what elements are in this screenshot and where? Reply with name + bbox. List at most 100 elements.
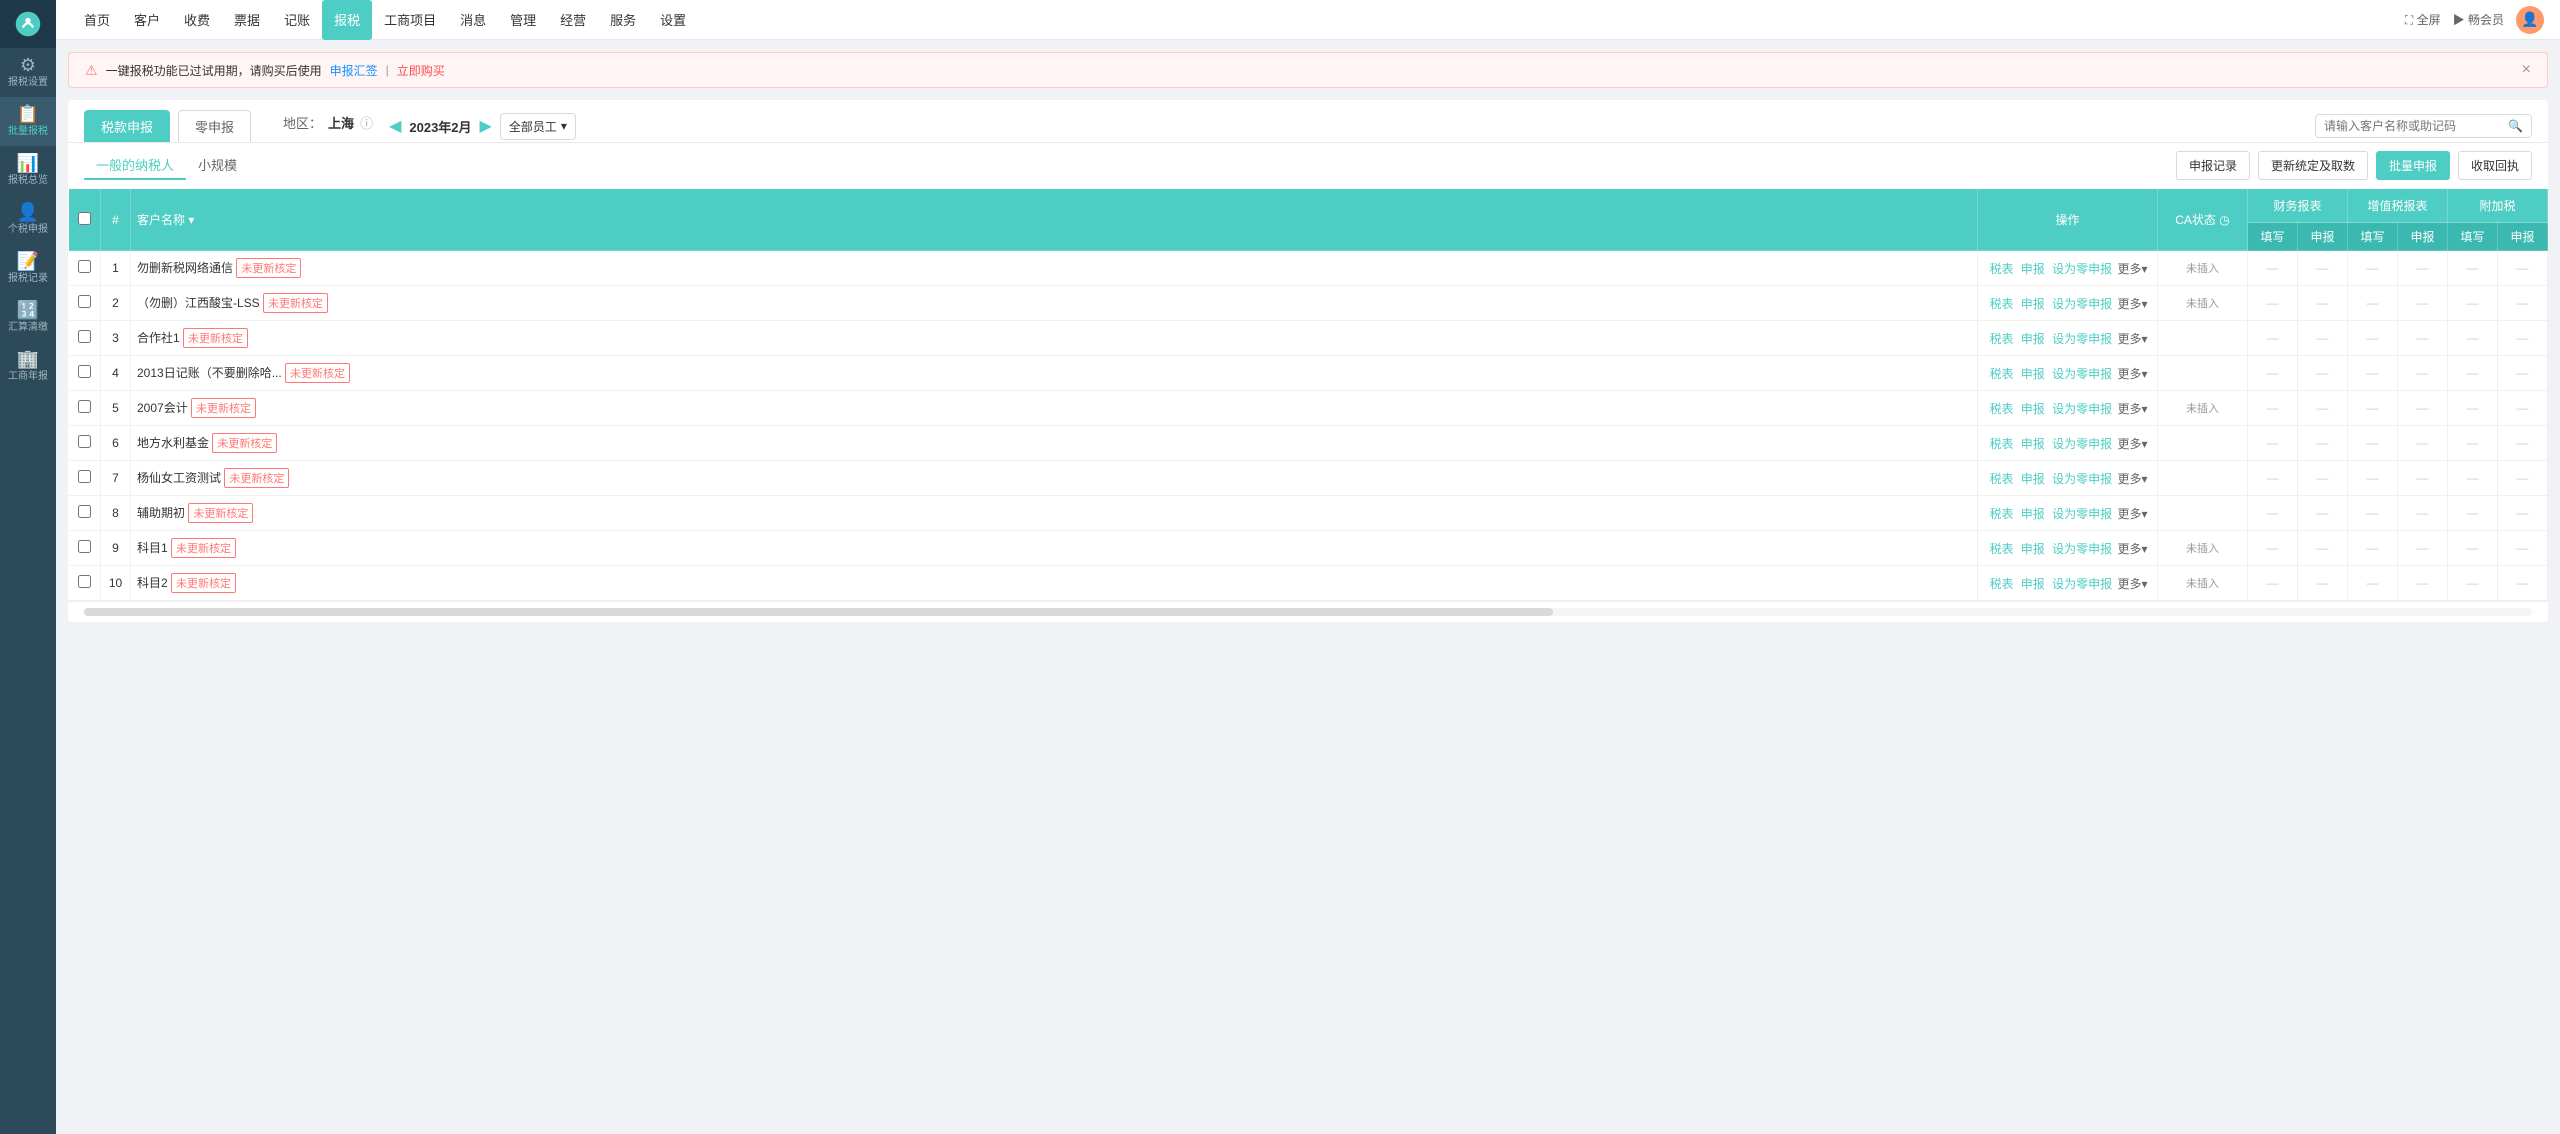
sidebar-item-baoshui-shezhi[interactable]: ⚙ 报税设置: [0, 48, 56, 97]
search-icon[interactable]: 🔍: [2508, 119, 2523, 133]
prev-date-btn[interactable]: ◀: [389, 116, 401, 136]
select-all-checkbox[interactable]: [78, 212, 91, 225]
update-btn[interactable]: 更新统定及取数: [2258, 151, 2368, 180]
op-link-0[interactable]: 税表: [1989, 402, 2013, 416]
nav-item-customer[interactable]: 客户: [122, 0, 172, 40]
op-link-0[interactable]: 税表: [1989, 472, 2013, 486]
sidebar-item-baoshui-jilu[interactable]: 📝 报税记录: [0, 244, 56, 293]
fullscreen-btn[interactable]: ⛶ 全屏: [2405, 11, 2441, 28]
customer-name[interactable]: 合作社1: [137, 331, 180, 345]
row-checkbox[interactable]: [78, 295, 91, 308]
row-checkbox[interactable]: [78, 330, 91, 343]
customer-name[interactable]: 2007会计: [137, 401, 188, 415]
op-link-2[interactable]: 设为零申报: [2052, 402, 2112, 416]
row-checkbox[interactable]: [78, 435, 91, 448]
op-link-2[interactable]: 设为零申报: [2052, 332, 2112, 346]
region-info-icon[interactable]: ⓘ: [360, 113, 373, 132]
sidebar-item-gongshang-nianbao[interactable]: 🏢 工商年报: [0, 342, 56, 391]
more-dropdown[interactable]: 更多▾: [2118, 472, 2148, 486]
more-dropdown[interactable]: 更多▾: [2118, 507, 2148, 521]
notice-link1[interactable]: 申报汇签: [330, 62, 378, 79]
op-link-1[interactable]: 申报: [2021, 542, 2045, 556]
customer-name[interactable]: 杨仙女工资测试: [137, 471, 221, 485]
op-link-2[interactable]: 设为零申报: [2052, 577, 2112, 591]
op-link-1[interactable]: 申报: [2021, 367, 2045, 381]
op-link-2[interactable]: 设为零申报: [2052, 367, 2112, 381]
row-checkbox[interactable]: [78, 505, 91, 518]
taxpayer-btn-small[interactable]: 小规模: [186, 151, 249, 180]
op-link-2[interactable]: 设为零申报: [2052, 262, 2112, 276]
op-link-2[interactable]: 设为零申报: [2052, 542, 2112, 556]
op-link-0[interactable]: 税表: [1989, 262, 2013, 276]
more-dropdown[interactable]: 更多▾: [2118, 297, 2148, 311]
op-link-0[interactable]: 税表: [1989, 542, 2013, 556]
op-link-0[interactable]: 税表: [1989, 437, 2013, 451]
row-checkbox[interactable]: [78, 540, 91, 553]
row-checkbox[interactable]: [78, 260, 91, 273]
batch-shenbao-btn[interactable]: 批量申报: [2376, 151, 2450, 180]
op-link-1[interactable]: 申报: [2021, 437, 2045, 451]
horizontal-scrollbar[interactable]: [84, 608, 2532, 616]
customer-name[interactable]: 地方水利基金: [137, 436, 209, 450]
notice-close-btn[interactable]: ×: [2522, 61, 2531, 79]
row-checkbox[interactable]: [78, 400, 91, 413]
search-input[interactable]: [2324, 119, 2504, 133]
staff-selector[interactable]: 全部员工 ▾: [500, 113, 576, 140]
more-dropdown[interactable]: 更多▾: [2118, 402, 2148, 416]
nav-item-piaoju[interactable]: 票据: [222, 0, 272, 40]
customer-name[interactable]: （勿删）江西酸宝-LSS: [137, 296, 260, 310]
nav-item-home[interactable]: 首页: [72, 0, 122, 40]
notice-link2[interactable]: 立即购买: [397, 62, 445, 79]
nav-item-baoshui[interactable]: 报税: [322, 0, 372, 40]
nav-item-xiaoxi[interactable]: 消息: [448, 0, 498, 40]
tab-lingshenbao[interactable]: 零申报: [178, 110, 251, 142]
taxpayer-btn-general[interactable]: 一般的纳税人: [84, 151, 186, 180]
more-dropdown[interactable]: 更多▾: [2118, 367, 2148, 381]
sidebar-item-huisuan-qingjiao[interactable]: 🔢 汇算清缴: [0, 293, 56, 342]
op-link-1[interactable]: 申报: [2021, 332, 2045, 346]
customer-name[interactable]: 科目2: [137, 576, 168, 590]
nav-item-shezhi[interactable]: 设置: [648, 0, 698, 40]
sidebar-item-geshui-shenbao[interactable]: 👤 个税申报: [0, 195, 56, 244]
nav-item-guanli[interactable]: 管理: [498, 0, 548, 40]
shenbao-jilu-btn[interactable]: 申报记录: [2176, 151, 2250, 180]
op-link-1[interactable]: 申报: [2021, 577, 2045, 591]
row-checkbox[interactable]: [78, 470, 91, 483]
nav-item-jizhang[interactable]: 记账: [272, 0, 322, 40]
op-link-1[interactable]: 申报: [2021, 472, 2045, 486]
next-date-btn[interactable]: ▶: [480, 116, 492, 136]
row-checkbox[interactable]: [78, 575, 91, 588]
op-link-2[interactable]: 设为零申报: [2052, 507, 2112, 521]
sidebar-item-baoshui-zonlan[interactable]: 📊 报税总览: [0, 146, 56, 195]
op-link-1[interactable]: 申报: [2021, 297, 2045, 311]
more-dropdown[interactable]: 更多▾: [2118, 542, 2148, 556]
op-link-1[interactable]: 申报: [2021, 402, 2045, 416]
customer-name[interactable]: 2013日记账（不要删除哈...: [137, 366, 282, 380]
op-link-0[interactable]: 税表: [1989, 507, 2013, 521]
op-link-0[interactable]: 税表: [1989, 332, 2013, 346]
op-link-1[interactable]: 申报: [2021, 507, 2045, 521]
customer-name[interactable]: 勿删新税网络通信: [137, 261, 233, 275]
op-link-2[interactable]: 设为零申报: [2052, 437, 2112, 451]
more-dropdown[interactable]: 更多▾: [2118, 262, 2148, 276]
nav-item-shoufei[interactable]: 收费: [172, 0, 222, 40]
nav-item-gongshang[interactable]: 工商项目: [372, 0, 448, 40]
more-dropdown[interactable]: 更多▾: [2118, 332, 2148, 346]
row-checkbox[interactable]: [78, 365, 91, 378]
op-link-2[interactable]: 设为零申报: [2052, 472, 2112, 486]
sidebar-item-piliang-baoshui[interactable]: 📋 批量报税: [0, 97, 56, 146]
customer-name[interactable]: 辅助期初: [137, 506, 185, 520]
sort-icon[interactable]: ▾: [188, 213, 194, 227]
op-link-2[interactable]: 设为零申报: [2052, 297, 2112, 311]
op-link-1[interactable]: 申报: [2021, 262, 2045, 276]
shouqu-huizhi-btn[interactable]: 收取回执: [2458, 151, 2532, 180]
op-link-0[interactable]: 税表: [1989, 297, 2013, 311]
vip-btn[interactable]: ▶ 畅会员: [2453, 11, 2504, 28]
tab-shenbao[interactable]: 税款申报: [84, 110, 170, 142]
more-dropdown[interactable]: 更多▾: [2118, 577, 2148, 591]
nav-item-jingying[interactable]: 经营: [548, 0, 598, 40]
op-link-0[interactable]: 税表: [1989, 577, 2013, 591]
more-dropdown[interactable]: 更多▾: [2118, 437, 2148, 451]
op-link-0[interactable]: 税表: [1989, 367, 2013, 381]
user-avatar[interactable]: 👤: [2516, 6, 2544, 34]
